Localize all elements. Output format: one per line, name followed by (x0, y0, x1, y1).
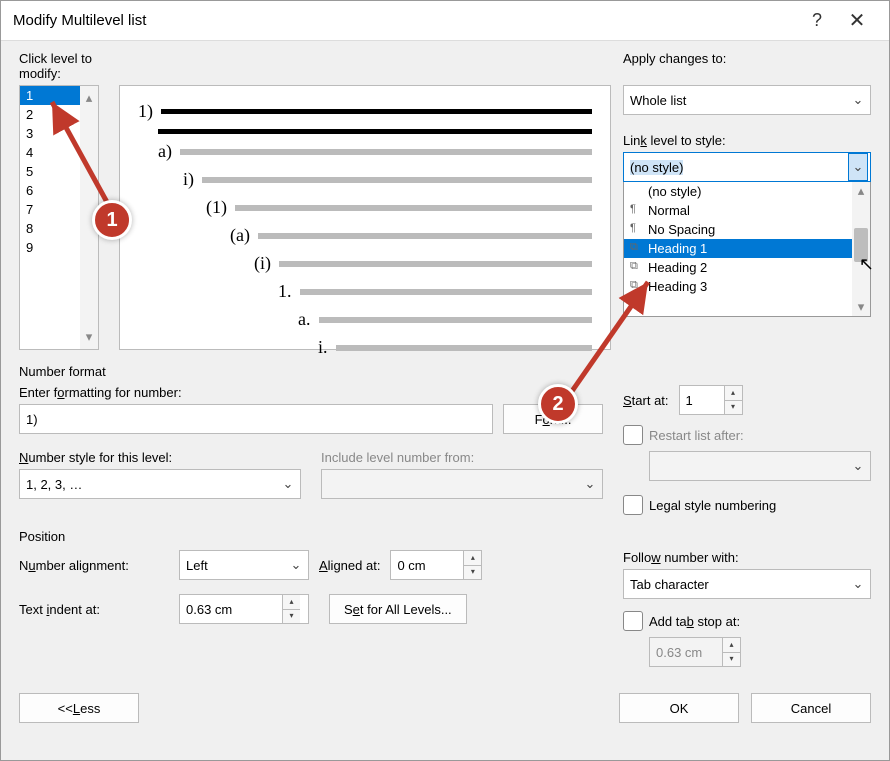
titlebar: Modify Multilevel list ? ✕ (1, 1, 889, 41)
level-item-6[interactable]: 6 (20, 181, 80, 200)
style-option[interactable]: ⧉Heading 2 (624, 258, 852, 277)
aligned-at-spinner[interactable]: ▴▾ (390, 550, 482, 580)
paragraph-icon: ¶ (630, 222, 636, 234)
cancel-button[interactable]: Cancel (751, 693, 871, 723)
tabstop-checkbox[interactable] (623, 611, 643, 631)
set-all-levels-button[interactable]: Set for All Levels... (329, 594, 467, 624)
annotation-1: 1 (92, 200, 132, 240)
scroll-down-icon[interactable]: ▾ (86, 329, 93, 345)
text-indent-spinner[interactable]: ▴▾ (179, 594, 309, 624)
enter-format-label: Enter formatting for number: (19, 385, 603, 400)
annotation-2: 2 (538, 384, 578, 424)
list-preview: 1) a) i) (1) (a) (i) 1. a. i. (119, 85, 611, 350)
aligned-at-label: Aligned at: (319, 558, 380, 573)
dialog-title: Modify Multilevel list (13, 12, 797, 29)
number-format-input[interactable] (19, 404, 493, 434)
ok-button[interactable]: OK (619, 693, 739, 723)
modify-multilevel-dialog: Modify Multilevel list ? ✕ Click level t… (0, 0, 890, 761)
link-level-label: Link level to style: (623, 133, 871, 148)
style-option[interactable]: ⧉Heading 1 (624, 239, 852, 258)
link-level-select[interactable]: (no style) ⌄ (623, 152, 871, 182)
chevron-down-icon: ⌄ (848, 570, 868, 598)
start-at-spinner[interactable]: ▴▾ (679, 385, 743, 415)
click-level-label: Click level to modify: (19, 51, 99, 81)
chevron-down-icon: ⌄ (286, 551, 306, 579)
paragraph-icon: ¶ (630, 203, 636, 215)
style-option[interactable]: (no style) (624, 182, 852, 201)
follow-label: Follow number with: (623, 550, 871, 565)
restart-checkbox[interactable] (623, 425, 643, 445)
level-item-3[interactable]: 3 (20, 124, 80, 143)
alignment-label: Number alignment: (19, 558, 169, 573)
legal-label: Legal style numbering (649, 498, 776, 513)
restart-label: Restart list after: (649, 428, 744, 443)
chevron-down-icon: ⌄ (848, 153, 868, 181)
style-option[interactable]: ¶No Spacing (624, 220, 852, 239)
follow-select[interactable]: Tab character ⌄ (623, 569, 871, 599)
level-item-5[interactable]: 5 (20, 162, 80, 181)
start-at-label: Start at: (623, 393, 669, 408)
level-item-9[interactable]: 9 (20, 238, 80, 257)
tabstop-label: Add tab stop at: (649, 614, 740, 629)
number-style-label: Number style for this level: (19, 450, 301, 465)
number-style-select[interactable]: 1, 2, 3, … ⌄ (19, 469, 301, 499)
heading-icon: ⧉ (630, 241, 638, 254)
help-button[interactable]: ? (797, 1, 837, 41)
scroll-up-icon[interactable]: ▴ (86, 90, 93, 106)
restart-after-select[interactable]: ⌄ (649, 451, 871, 481)
level-item-2[interactable]: 2 (20, 105, 80, 124)
less-button[interactable]: << Less (19, 693, 139, 723)
heading-icon: ⧉ (630, 260, 638, 273)
apply-changes-label: Apply changes to: (623, 51, 871, 66)
level-item-1[interactable]: 1 (20, 86, 80, 105)
level-list[interactable]: 123456789 ▴ ▾ (19, 85, 99, 350)
number-format-heading: Number format (19, 364, 871, 379)
text-indent-label: Text indent at: (19, 602, 169, 617)
alignment-select[interactable]: Left ⌄ (179, 550, 309, 580)
position-heading: Position (19, 529, 871, 544)
include-level-label: Include level number from: (321, 450, 603, 465)
level-item-4[interactable]: 4 (20, 143, 80, 162)
close-button[interactable]: ✕ (837, 1, 877, 41)
link-level-listbox[interactable]: (no style)¶Normal¶No Spacing⧉Heading 1⧉H… (623, 182, 871, 317)
style-option[interactable]: ¶Normal (624, 201, 852, 220)
include-level-select[interactable]: ⌄ (321, 469, 603, 499)
heading-icon: ⧉ (630, 279, 638, 292)
listbox-scrollbar[interactable]: ▴ ▾ (852, 182, 870, 316)
legal-checkbox[interactable] (623, 495, 643, 515)
scroll-up-icon[interactable]: ▴ (858, 184, 865, 198)
chevron-down-icon: ⌄ (848, 86, 868, 114)
apply-changes-select[interactable]: Whole list ⌄ (623, 85, 871, 115)
chevron-down-icon: ⌄ (580, 470, 600, 498)
cursor-icon: ↖ (859, 254, 874, 275)
scroll-down-icon[interactable]: ▾ (858, 300, 865, 314)
chevron-down-icon: ⌄ (848, 452, 868, 480)
tabstop-spinner[interactable]: ▴▾ (649, 637, 741, 667)
level-item-7[interactable]: 7 (20, 200, 80, 219)
level-item-8[interactable]: 8 (20, 219, 80, 238)
style-option[interactable]: ⧉Heading 3 (624, 277, 852, 296)
chevron-down-icon: ⌄ (278, 470, 298, 498)
